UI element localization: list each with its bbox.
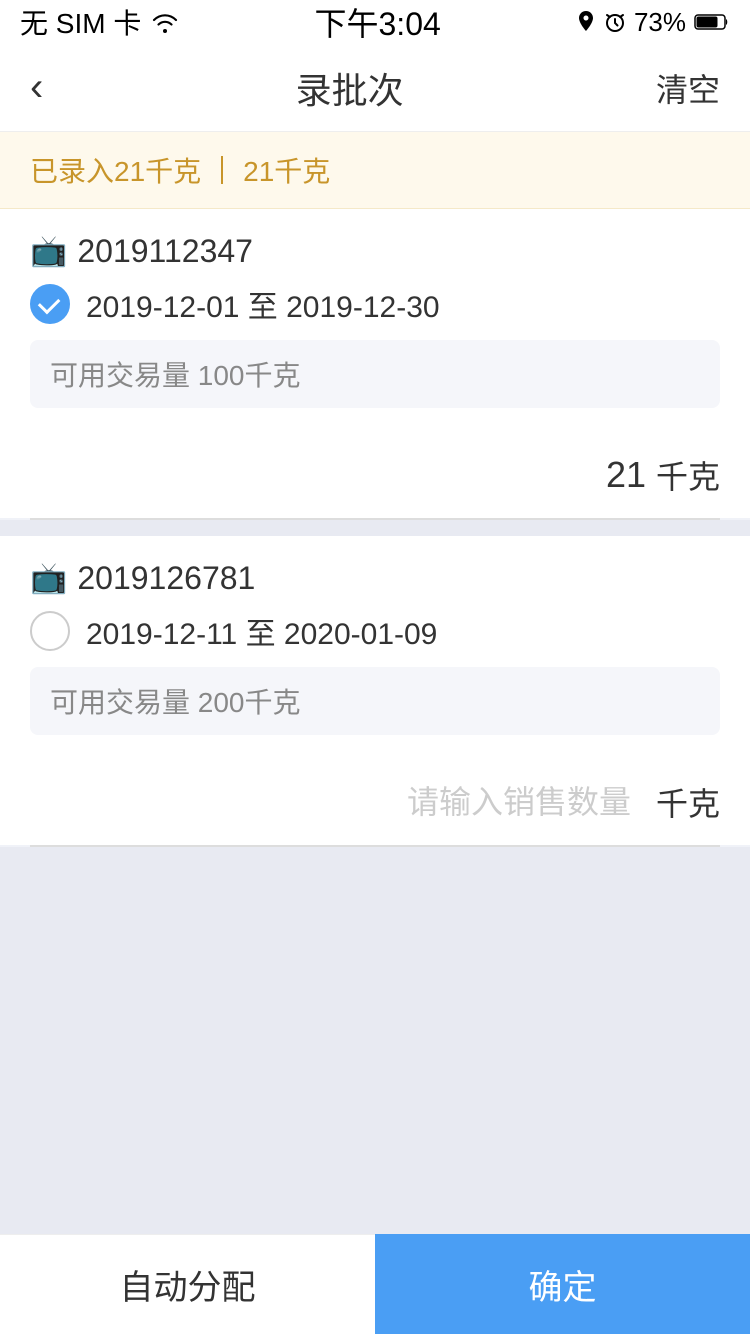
bottom-bar: 自动分配 确定 bbox=[0, 1234, 750, 1334]
batch-1-qty-unit: 千克 bbox=[656, 452, 720, 498]
batch-2-header: 📺 2019126781 bbox=[30, 560, 720, 597]
status-bar: 无 SIM 卡 下午3:04 73% bbox=[0, 0, 750, 44]
batch-2-input-row[interactable]: 千克 bbox=[0, 759, 750, 845]
batch-1-id: 2019112347 bbox=[77, 233, 253, 270]
batch-2-date-row[interactable]: 2019-12-11 至 2020-01-09 bbox=[30, 609, 720, 653]
batch-item-1: 📺 2019112347 2019-12-01 至 2019-12-30 可用交… bbox=[0, 209, 750, 432]
location-icon bbox=[576, 11, 596, 33]
section-separator bbox=[0, 520, 750, 536]
no-sim-text: 无 SIM 卡 bbox=[20, 2, 141, 42]
batch-1-date-row[interactable]: 2019-12-01 至 2019-12-30 bbox=[30, 282, 720, 326]
banner-divider bbox=[221, 156, 223, 184]
clear-button[interactable]: 清空 bbox=[656, 65, 720, 111]
batch-1-header: 📺 2019112347 bbox=[30, 233, 720, 270]
status-right: 73% bbox=[576, 7, 730, 38]
battery-text: 73% bbox=[634, 7, 686, 38]
batch-2-radio[interactable] bbox=[30, 611, 70, 651]
batch-2-unit: 千克 bbox=[656, 779, 720, 825]
batch-1-qty-value: 21 bbox=[606, 454, 646, 496]
recorded-label: 已录入21千克 bbox=[30, 150, 201, 190]
wifi-icon bbox=[151, 11, 179, 33]
batch-2-avail-text: 可用交易量 200千克 bbox=[50, 687, 301, 718]
page-title: 录批次 bbox=[296, 62, 404, 114]
back-button[interactable]: ‹ bbox=[30, 65, 43, 110]
batch-1-avail-text: 可用交易量 100千克 bbox=[50, 360, 301, 391]
status-left: 无 SIM 卡 bbox=[20, 2, 179, 42]
batch-item-2: 📺 2019126781 2019-12-11 至 2020-01-09 可用交… bbox=[0, 536, 750, 759]
batch-2-date: 2019-12-11 至 2020-01-09 bbox=[86, 609, 437, 653]
qty-input-field[interactable] bbox=[346, 784, 646, 821]
recorded-value: 21千克 bbox=[243, 150, 330, 190]
batch-1-icon: 📺 bbox=[30, 234, 67, 269]
confirm-button[interactable]: 确定 bbox=[375, 1234, 750, 1334]
batch-2-icon: 📺 bbox=[30, 561, 67, 596]
empty-area bbox=[0, 847, 750, 1267]
batch-2-avail: 可用交易量 200千克 bbox=[30, 667, 720, 735]
auto-distribute-button[interactable]: 自动分配 bbox=[0, 1234, 375, 1334]
batch-1-radio[interactable] bbox=[30, 284, 70, 324]
batch-2-id: 2019126781 bbox=[77, 560, 255, 597]
alarm-icon bbox=[604, 11, 626, 33]
batch-1-date: 2019-12-01 至 2019-12-30 bbox=[86, 282, 440, 326]
battery-icon bbox=[694, 13, 730, 31]
batch-1-qty-row: 21 千克 bbox=[0, 432, 750, 518]
info-banner: 已录入21千克 21千克 bbox=[0, 132, 750, 209]
batch-1-avail: 可用交易量 100千克 bbox=[30, 340, 720, 408]
nav-bar: ‹ 录批次 清空 bbox=[0, 44, 750, 132]
status-time: 下午3:04 bbox=[315, 0, 441, 45]
